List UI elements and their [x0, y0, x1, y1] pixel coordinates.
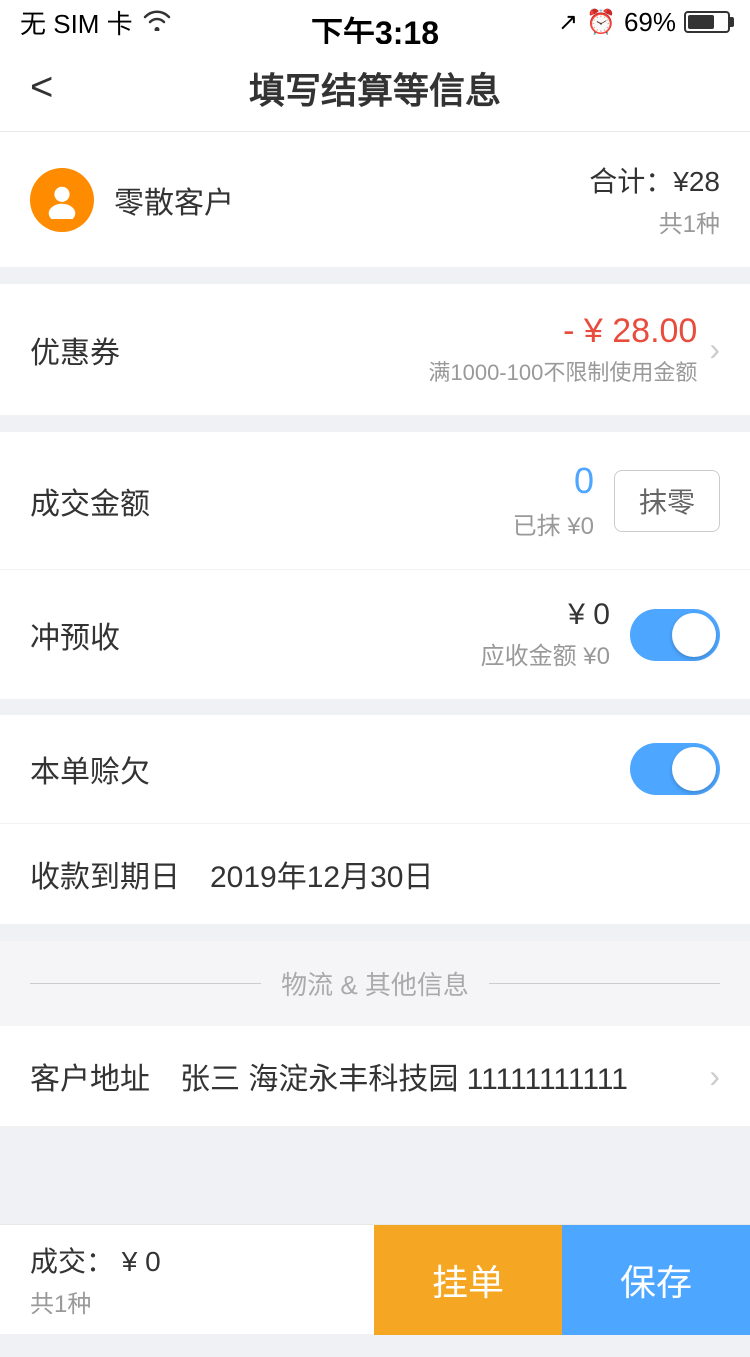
customer-row: 零散客户 合计：¥28 共1种 — [0, 132, 750, 268]
coupon-row[interactable]: 优惠券 - ¥ 28.00 满1000-100不限制使用金额 › — [0, 284, 750, 416]
section-divider-1 — [0, 268, 750, 284]
alarm-icon: ⏰ — [586, 8, 616, 37]
bottom-deal-label: 成交： ¥ 0 — [30, 1240, 344, 1280]
battery-icon — [684, 11, 730, 33]
address-chevron-icon: › — [709, 1058, 720, 1095]
round-zero-button[interactable]: 抹零 — [614, 470, 720, 532]
user-icon — [43, 181, 81, 219]
prepay-label: 冲预收 — [30, 613, 120, 657]
credit-toggle-knob — [672, 747, 716, 791]
total-count: 共1种 — [589, 204, 720, 239]
coupon-info: - ¥ 28.00 满1000-100不限制使用金额 — [428, 312, 697, 387]
hangup-button[interactable]: 挂单 — [374, 1225, 562, 1335]
back-button[interactable]: < — [30, 65, 53, 110]
coupon-label: 优惠券 — [30, 328, 120, 372]
logistics-divider: 物流 & 其他信息 — [0, 941, 750, 1026]
content: 零散客户 合计：¥28 共1种 优惠券 - ¥ 28.00 满1000-100不… — [0, 132, 750, 1357]
address-label: 客户地址 — [30, 1054, 150, 1098]
address-row[interactable]: 客户地址 张三 海淀永丰科技园 11111111111 › — [0, 1026, 750, 1127]
section-divider-2 — [0, 416, 750, 432]
total-label: 合计：¥28 — [589, 160, 720, 200]
wifi-icon — [143, 7, 171, 38]
logistics-label: 物流 & 其他信息 — [281, 965, 469, 1002]
deal-amount-label: 成交金额 — [30, 479, 150, 523]
credit-row: 本单赊欠 — [0, 715, 750, 824]
prepay-info: ¥ 0 应收金额 ¥0 — [481, 598, 610, 671]
logistics-line-left — [30, 983, 261, 984]
coupon-discount: - ¥ 28.00 — [428, 312, 697, 351]
bottom-bar: 成交： ¥ 0 共1种 挂单 保存 — [0, 1224, 750, 1334]
amount-right: 0 已抹 ¥0 抹零 — [513, 460, 720, 541]
page-title: 填写结算等信息 — [249, 62, 501, 114]
save-button[interactable]: 保存 — [562, 1225, 750, 1335]
due-date-label: 收款到期日 — [30, 852, 180, 896]
amount-sub: 已抹 ¥0 — [513, 506, 594, 541]
amount-value-wrap: 0 已抹 ¥0 — [513, 460, 594, 541]
status-bar: 无 SIM 卡 下午3:18 ↗ ⏰ 69% — [0, 0, 750, 44]
prepay-toggle[interactable] — [630, 609, 720, 661]
section-divider-4 — [0, 925, 750, 941]
customer-total: 合计：¥28 共1种 — [589, 160, 720, 239]
status-left: 无 SIM 卡 — [20, 4, 171, 41]
location-icon: ↗ — [558, 8, 578, 37]
coupon-right: - ¥ 28.00 满1000-100不限制使用金额 › — [428, 312, 720, 387]
status-right: ↗ ⏰ 69% — [558, 7, 730, 38]
carrier-label: 无 SIM 卡 — [20, 4, 133, 41]
prepay-value: ¥ 0 — [481, 598, 610, 632]
toggle-knob — [672, 613, 716, 657]
customer-info: 零散客户 — [30, 168, 234, 232]
prepay-sub: 应收金额 ¥0 — [481, 636, 610, 671]
section-divider-3 — [0, 699, 750, 715]
due-date-value: 2019年12月30日 — [210, 852, 433, 896]
nav-bar: < 填写结算等信息 — [0, 44, 750, 132]
address-value: 张三 海淀永丰科技园 11111111111 — [180, 1054, 709, 1098]
customer-name: 零散客户 — [114, 178, 234, 222]
credit-label: 本单赊欠 — [30, 747, 150, 791]
deal-amount-row: 成交金额 0 已抹 ¥0 抹零 — [0, 432, 750, 570]
logistics-line-right — [489, 983, 720, 984]
coupon-desc: 满1000-100不限制使用金额 — [428, 355, 697, 387]
amount-value: 0 — [513, 460, 594, 502]
avatar — [30, 168, 94, 232]
prepay-row: 冲预收 ¥ 0 应收金额 ¥0 — [0, 570, 750, 699]
chevron-right-icon: › — [709, 331, 720, 368]
credit-toggle[interactable] — [630, 743, 720, 795]
prepay-right: ¥ 0 应收金额 ¥0 — [481, 598, 720, 671]
bottom-deal-count: 共1种 — [30, 1284, 344, 1319]
due-date-row: 收款到期日 2019年12月30日 — [0, 824, 750, 925]
battery-percent: 69% — [624, 7, 676, 38]
bottom-summary: 成交： ¥ 0 共1种 — [0, 1240, 374, 1319]
